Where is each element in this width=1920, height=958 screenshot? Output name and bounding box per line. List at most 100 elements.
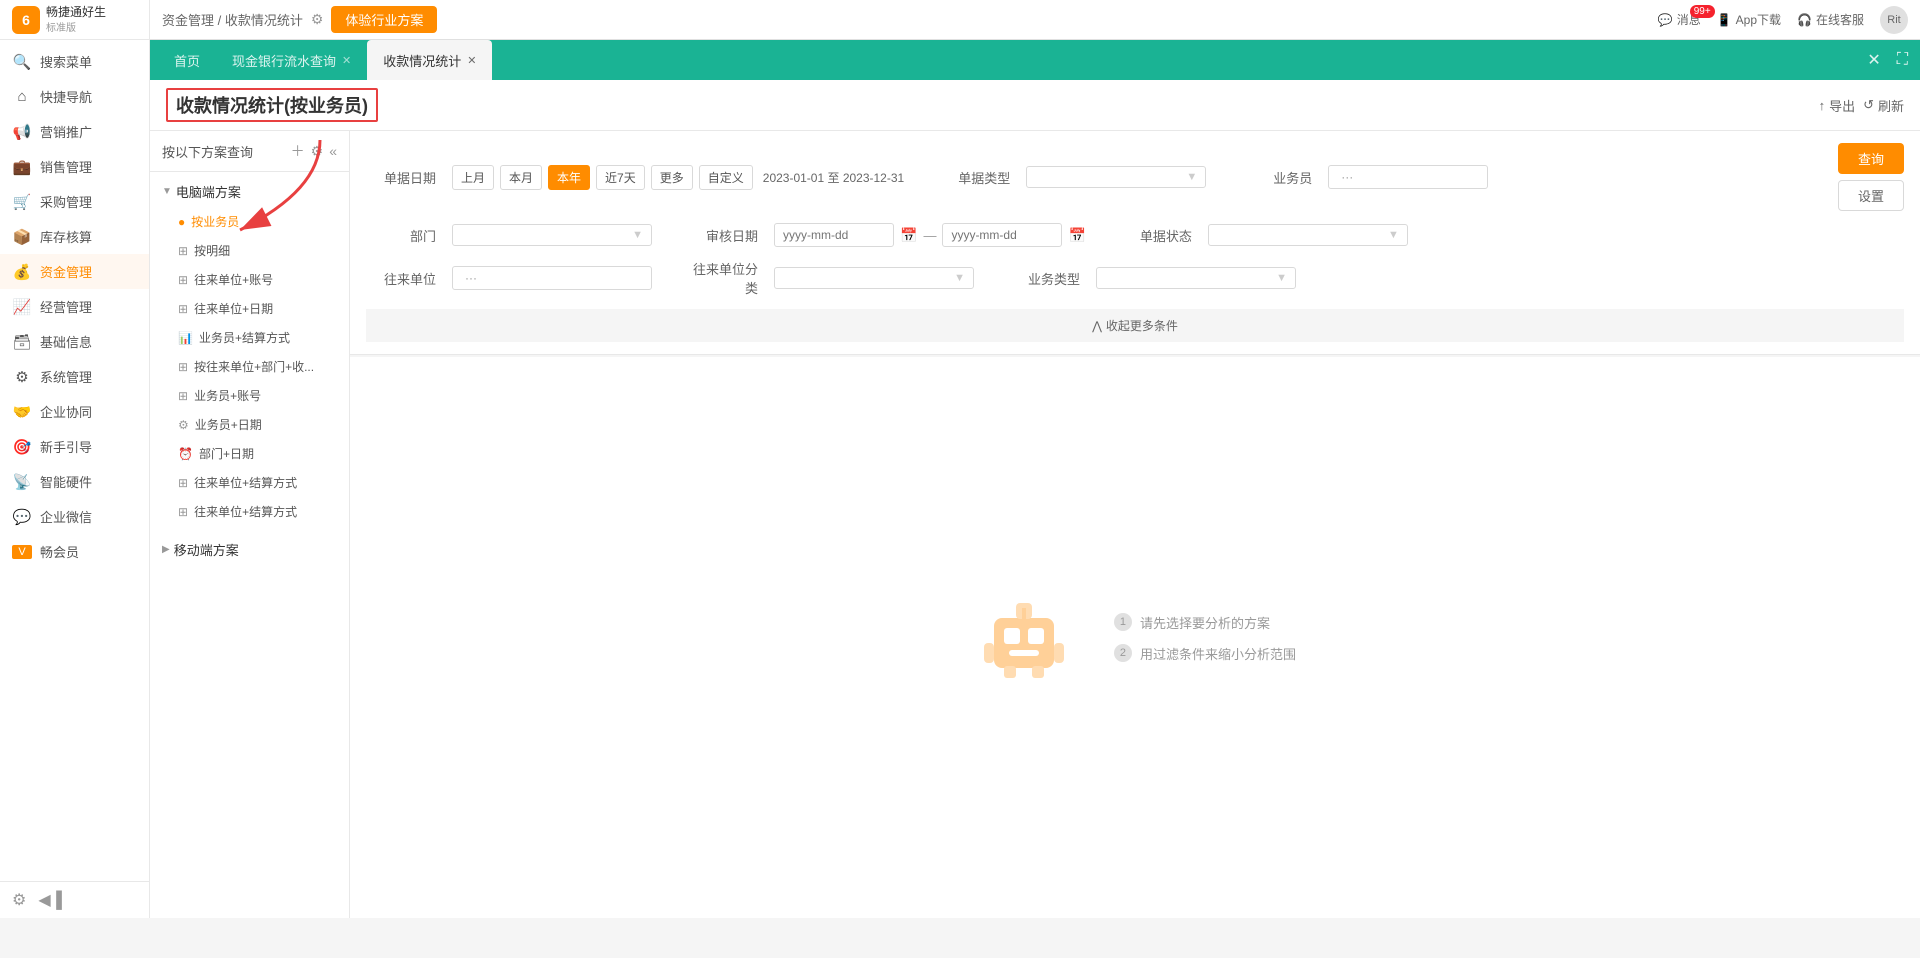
sidebar-item-guide[interactable]: 🎯 新手引导 xyxy=(0,429,149,464)
scheme-item-unit-date[interactable]: ⊞ 往来单位+日期 xyxy=(150,294,349,323)
sidebar-item-search[interactable]: 🔍 搜索菜单 xyxy=(0,44,149,79)
bank-flow-close-btn[interactable]: ✕ xyxy=(342,54,351,67)
scheme-item-dept-date[interactable]: ⏰ 部门+日期 xyxy=(150,439,349,468)
export-btn[interactable]: ↑ 导出 xyxy=(1819,96,1856,115)
date-btn-this-year[interactable]: 本年 xyxy=(548,165,590,190)
user-avatar[interactable]: Rit xyxy=(1880,6,1908,34)
settings-button[interactable]: 设置 xyxy=(1838,180,1904,211)
gear-icon[interactable]: ⚙ xyxy=(311,11,324,28)
scheme-item-unit-dept[interactable]: ⊞ 按往来单位+部门+收... xyxy=(150,352,349,381)
logo-icon: 6 xyxy=(12,6,40,34)
messages-btn[interactable]: 💬 消息 99+ xyxy=(1658,11,1701,28)
tab-bank-flow[interactable]: 现金银行流水查询 ✕ xyxy=(216,40,367,80)
sidebar-item-inventory[interactable]: 📦 库存核算 xyxy=(0,219,149,254)
add-scheme-btn[interactable]: ＋ xyxy=(291,141,305,161)
collapse-filters-btn[interactable]: ⋀ 收起更多条件 xyxy=(366,309,1904,342)
review-date-to-input[interactable] xyxy=(942,223,1062,247)
doc-type-select[interactable]: ▼ xyxy=(1026,166,1206,188)
sidebar-item-finance[interactable]: 💰 资金管理 xyxy=(0,254,149,289)
page-header: 收款情况统计(按业务员) ↑ 导出 ↺ 刷新 xyxy=(150,80,1920,131)
collapse-sidebar-btn[interactable]: ◀▐ xyxy=(38,890,62,910)
doc-status-label: 单据状态 xyxy=(1122,226,1192,245)
scheme-item-unit-settle1[interactable]: ⊞ 往来单位+结算方式 xyxy=(150,468,349,497)
tab-close-all-btn[interactable]: ✕ xyxy=(1863,46,1884,74)
trial-button[interactable]: 体验行业方案 xyxy=(331,6,437,33)
receipt-stats-close-btn[interactable]: ✕ xyxy=(467,54,476,67)
service-icon: 🎧 xyxy=(1797,13,1812,27)
scheme-item-label: 往来单位+日期 xyxy=(194,300,273,317)
settings-bottom-btn[interactable]: ⚙ xyxy=(12,890,26,910)
dept-select[interactable]: ▼ xyxy=(452,224,652,246)
sidebar-item-member[interactable]: V 畅会员 xyxy=(0,534,149,569)
sidebar-item-label: 智能硬件 xyxy=(40,472,92,491)
main-area: 首页 现金银行流水查询 ✕ 收款情况统计 ✕ ✕ ⛶ 收款情况统计(按业务员) … xyxy=(150,40,1920,918)
download-icon: 📱 xyxy=(1717,13,1732,27)
tip-text-1: 请先选择要分析的方案 xyxy=(1140,613,1270,632)
review-date-to-cal[interactable]: 📅 xyxy=(1068,227,1085,244)
biz-type-select[interactable]: ▼ xyxy=(1096,267,1296,289)
sidebar-item-basic[interactable]: 🗃 基础信息 xyxy=(0,324,149,359)
salesperson-settle-icon: 📊 xyxy=(178,331,193,345)
scheme-item-salesperson-account[interactable]: ⊞ 业务员+账号 xyxy=(150,381,349,410)
sidebar-item-system[interactable]: ⚙ 系统管理 xyxy=(0,359,149,394)
doc-status-select[interactable]: ▼ xyxy=(1208,224,1408,246)
sidebar-item-purchase[interactable]: 🛒 采购管理 xyxy=(0,184,149,219)
salesperson-dots: ··· xyxy=(1341,170,1353,184)
review-date-from-cal[interactable]: 📅 xyxy=(900,227,917,244)
tab-home[interactable]: 首页 xyxy=(158,40,216,80)
scheme-item-salesperson-date[interactable]: ⚙ 业务员+日期 xyxy=(150,410,349,439)
sidebar: 6 畅捷通好生 标准版 🔍 搜索菜单 ⌂ 快捷导航 📢 营销推广 💼 销售管理 … xyxy=(0,0,150,918)
empty-tips: 1 请先选择要分析的方案 2 用过滤条件来缩小分析范围 xyxy=(1114,613,1296,663)
collapse-icon: ⋀ xyxy=(1092,319,1102,333)
scheme-item-detail[interactable]: ⊞ 按明细 xyxy=(150,236,349,265)
biz-type-label: 业务类型 xyxy=(1010,269,1080,288)
date-btn-7days[interactable]: 近7天 xyxy=(596,165,645,190)
sidebar-item-collab[interactable]: 🤝 企业协同 xyxy=(0,394,149,429)
tab-bar-right: ✕ ⛶ xyxy=(1863,46,1912,74)
message-icon: 💬 xyxy=(1658,13,1673,27)
online-service-btn[interactable]: 🎧 在线客服 xyxy=(1797,11,1864,28)
counterpart-select[interactable]: ··· xyxy=(452,266,652,290)
tab-maximize-btn[interactable]: ⛶ xyxy=(1893,47,1912,73)
operation-icon: 📈 xyxy=(12,298,32,316)
scheme-item-unit-account[interactable]: ⊞ 往来单位+账号 xyxy=(150,265,349,294)
dept-date-icon: ⏰ xyxy=(178,447,193,461)
sidebar-item-sales[interactable]: 💼 销售管理 xyxy=(0,149,149,184)
sidebar-item-operation[interactable]: 📈 经营管理 xyxy=(0,289,149,324)
mobile-group-arrow: ▶ xyxy=(162,544,170,555)
counterpart-cat-arrow: ▼ xyxy=(954,272,965,284)
left-panel: 按以下方案查询 ＋ ⚙ « ▼ 电脑端方案 ● 按业务员 ⊞ xyxy=(150,131,350,918)
basic-icon: 🗃 xyxy=(12,333,32,351)
date-btn-this-month[interactable]: 本月 xyxy=(500,165,542,190)
sidebar-item-marketing[interactable]: 📢 营销推广 xyxy=(0,114,149,149)
desktop-scheme-group: ▼ 电脑端方案 ● 按业务员 ⊞ 按明细 ⊞ 往来单位+账号 ⊞ 往来单位 xyxy=(150,172,349,530)
desktop-group-header[interactable]: ▼ 电脑端方案 xyxy=(150,176,349,207)
scheme-item-salesperson-settle[interactable]: 📊 业务员+结算方式 xyxy=(150,323,349,352)
sidebar-item-quicknav[interactable]: ⌂ 快捷导航 xyxy=(0,79,149,114)
sidebar-item-hardware[interactable]: 📡 智能硬件 xyxy=(0,464,149,499)
refresh-btn[interactable]: ↺ 刷新 xyxy=(1863,96,1904,115)
salesperson-select[interactable]: ··· xyxy=(1328,165,1488,189)
date-btn-more[interactable]: 更多 xyxy=(651,165,693,190)
top-bar-right: 💬 消息 99+ 📱 App下载 🎧 在线客服 Rit xyxy=(1658,6,1908,34)
scheme-item-unit-settle2[interactable]: ⊞ 往来单位+结算方式 xyxy=(150,497,349,526)
mobile-group-header[interactable]: ▶ 移动端方案 xyxy=(150,534,349,565)
purchase-icon: 🛒 xyxy=(12,193,32,211)
counterpart-cat-select[interactable]: ▼ xyxy=(774,267,974,289)
review-date-from-input[interactable] xyxy=(774,223,894,247)
scheme-settings-btn[interactable]: ⚙ xyxy=(311,143,324,160)
counterpart-cat-label: 往来单位分类 xyxy=(688,259,758,297)
date-btn-custom[interactable]: 自定义 xyxy=(699,165,753,190)
query-button[interactable]: 查询 xyxy=(1838,143,1904,174)
system-icon: ⚙ xyxy=(12,368,32,386)
scheme-item-by-salesperson[interactable]: ● 按业务员 xyxy=(150,207,349,236)
date-btn-last-month[interactable]: 上月 xyxy=(452,165,494,190)
sidebar-item-wechat[interactable]: 💬 企业微信 xyxy=(0,499,149,534)
scheme-item-label: 往来单位+结算方式 xyxy=(194,503,297,520)
filter-area: 单据日期 上月 本月 本年 近7天 更多 自定义 2023-01-01 至 20… xyxy=(350,131,1920,355)
sidebar-item-label: 资金管理 xyxy=(40,262,92,281)
tab-receipt-stats[interactable]: 收款情况统计 ✕ xyxy=(367,40,492,80)
app-download-btn[interactable]: 📱 App下载 xyxy=(1717,11,1781,28)
collapse-panel-btn[interactable]: « xyxy=(329,143,337,159)
date-filter-control: 上月 本月 本年 近7天 更多 自定义 2023-01-01 至 2023-12… xyxy=(452,165,904,190)
